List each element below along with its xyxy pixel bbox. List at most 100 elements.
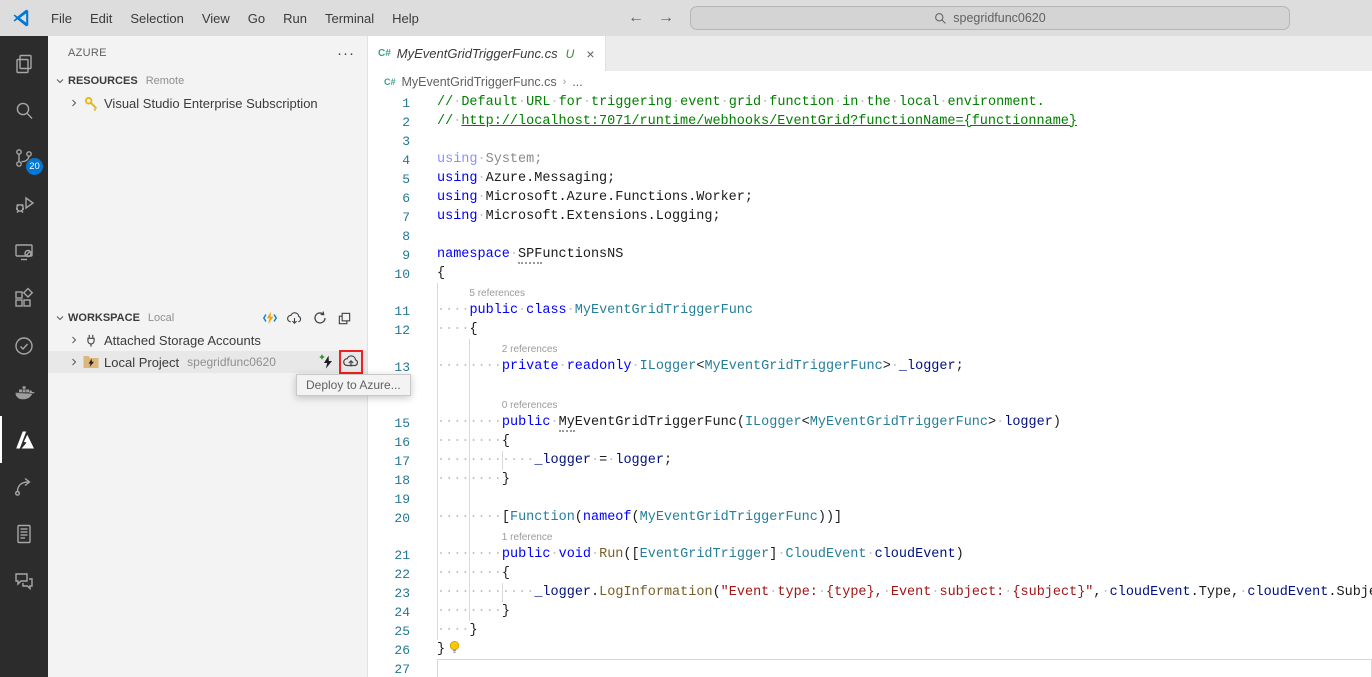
code-line[interactable]: 4 using·System;	[368, 150, 1372, 169]
activity-share[interactable]	[0, 463, 48, 510]
resources-section-header[interactable]: RESOURCES Remote	[48, 70, 367, 92]
activity-remote-explorer[interactable]	[0, 228, 48, 275]
line-number: 21	[394, 548, 410, 563]
lightbulb-icon[interactable]	[448, 640, 461, 661]
activity-search[interactable]	[0, 87, 48, 134]
code-line[interactable]: 2 //·http://localhost:7071/runtime/webho…	[368, 112, 1372, 131]
create-function-icon[interactable]	[317, 352, 337, 372]
line-number: 9	[402, 248, 410, 263]
activity-run-and-debug[interactable]	[0, 181, 48, 228]
activity-comments[interactable]	[0, 557, 48, 604]
menu-help[interactable]: Help	[383, 7, 428, 30]
code-line[interactable]: 19	[368, 489, 1372, 508]
command-center-search[interactable]: spegridfunc0620	[690, 6, 1290, 30]
codelens-references[interactable]: 1 reference	[502, 532, 553, 543]
codelens-row[interactable]: 1 reference	[368, 527, 1372, 545]
refresh-icon[interactable]	[311, 310, 328, 327]
activity-report[interactable]	[0, 510, 48, 557]
more-actions-icon[interactable]: ···	[337, 45, 355, 62]
code-line[interactable]: 27	[368, 659, 1372, 677]
code-line[interactable]: 1 //·Default·URL·for·triggering·event·gr…	[368, 93, 1372, 112]
code-line[interactable]: 13 ········private·readonly·ILogger<MyEv…	[368, 357, 1372, 376]
line-number: 17	[394, 454, 410, 469]
code-line[interactable]: 26 }	[368, 640, 1372, 659]
activity-extensions[interactable]	[0, 275, 48, 322]
attached-storage-label: Attached Storage Accounts	[104, 332, 261, 348]
line-number: 2	[402, 115, 410, 130]
codelens-row[interactable]: 2 references	[368, 339, 1372, 357]
code-editor[interactable]: 1 //·Default·URL·for·triggering·event·gr…	[368, 93, 1372, 677]
chevron-right-icon	[66, 95, 82, 111]
azure-icon	[16, 431, 34, 448]
code-line[interactable]: 22 ········{	[368, 564, 1372, 583]
vscode-window: File Edit Selection View Go Run Terminal…	[0, 0, 1372, 677]
function-project-folder-icon	[82, 354, 100, 370]
tab-myeventgridtriggerfunc[interactable]: C# MyEventGridTriggerFunc.cs U ×	[368, 36, 606, 71]
code-line[interactable]: 15 ········public·MyEventGridTriggerFunc…	[368, 413, 1372, 432]
breadcrumb-file[interactable]: MyEventGridTriggerFunc.cs	[402, 75, 557, 89]
codelens-references[interactable]: 2 references	[502, 344, 558, 355]
code-line[interactable]: 7 using·Microsoft.Extensions.Logging;	[368, 207, 1372, 226]
activity-explorer[interactable]	[0, 40, 48, 87]
menu-run[interactable]: Run	[274, 7, 316, 30]
menu-file[interactable]: File	[42, 7, 81, 30]
codelens-row[interactable]: 5 references	[368, 283, 1372, 301]
activity-testing[interactable]	[0, 322, 48, 369]
open-editors-icon[interactable]	[336, 310, 353, 327]
line-number: 10	[394, 267, 410, 282]
code-line[interactable]: 3	[368, 131, 1372, 150]
activity-bar: 20	[0, 36, 48, 677]
extensions-icon	[15, 287, 34, 307]
codelens-references[interactable]: 0 references	[502, 400, 558, 411]
code-line[interactable]: 6 using·Microsoft.Azure.Functions.Worker…	[368, 188, 1372, 207]
chevron-down-icon	[52, 310, 68, 326]
code-line[interactable]: 11 ····public·class·MyEventGridTriggerFu…	[368, 301, 1372, 320]
csharp-file-icon: C#	[384, 77, 396, 87]
forward-arrow-icon[interactable]: →	[658, 9, 674, 27]
activity-docker[interactable]	[0, 369, 48, 416]
menu-edit[interactable]: Edit	[81, 7, 121, 30]
line-number: 23	[394, 586, 410, 601]
azure-functions-icon[interactable]	[261, 310, 278, 327]
activity-azure[interactable]	[0, 416, 48, 463]
workspace-mode: Local	[147, 312, 175, 324]
code-line[interactable]: 18 ········}	[368, 470, 1372, 489]
resources-label: RESOURCES	[68, 75, 138, 87]
back-arrow-icon[interactable]: ←	[628, 9, 644, 27]
code-line[interactable]: 23 ············_logger.LogInformation("E…	[368, 583, 1372, 602]
deploy-tooltip: Deploy to Azure...	[296, 374, 411, 396]
code-line[interactable]: 9 namespace·SPFunctionsNS	[368, 245, 1372, 264]
menu-go[interactable]: Go	[239, 7, 274, 30]
deploy-to-azure-icon[interactable]	[341, 352, 361, 372]
menu-selection[interactable]: Selection	[121, 7, 192, 30]
close-icon[interactable]: ×	[586, 46, 594, 62]
code-line[interactable]: 24 ········}	[368, 602, 1372, 621]
tree-item-local-project[interactable]: Local Project spegridfunc0620	[48, 350, 367, 374]
line-number: 11	[394, 304, 410, 319]
line-number: 5	[402, 172, 410, 187]
code-line[interactable]: 21 ········public·void·Run([EventGridTri…	[368, 545, 1372, 564]
code-line[interactable]: 25 ····}	[368, 621, 1372, 640]
code-line[interactable]: 16 ········{	[368, 432, 1372, 451]
line-number: 27	[394, 662, 410, 677]
code-line[interactable]: 14	[368, 376, 1372, 395]
menu-terminal[interactable]: Terminal	[316, 7, 383, 30]
codelens-references[interactable]: 5 references	[469, 288, 525, 299]
code-line[interactable]: 12 ····{	[368, 320, 1372, 339]
activity-source-control[interactable]: 20	[0, 134, 48, 181]
breadcrumb: C# MyEventGridTriggerFunc.cs › ...	[368, 71, 1372, 93]
code-line[interactable]: 17 ············_logger·=·logger;	[368, 451, 1372, 470]
local-project-name: spegridfunc0620	[187, 355, 276, 369]
code-line[interactable]: 20 ········[Function(nameof(MyEventGridT…	[368, 508, 1372, 527]
code-line[interactable]: 5 using·Azure.Messaging;	[368, 169, 1372, 188]
code-line[interactable]: 8	[368, 226, 1372, 245]
report-icon	[17, 524, 31, 543]
cloud-download-icon[interactable]	[286, 310, 303, 327]
tree-item-subscription[interactable]: Visual Studio Enterprise Subscription	[48, 92, 367, 114]
tree-item-attached-storage[interactable]: Attached Storage Accounts	[48, 329, 367, 351]
breadcrumb-more[interactable]: ...	[572, 75, 582, 89]
codelens-row[interactable]: 0 references	[368, 395, 1372, 413]
workspace-section-header[interactable]: WORKSPACE Local	[48, 307, 367, 329]
menu-view[interactable]: View	[193, 7, 239, 30]
code-line[interactable]: 10 {	[368, 264, 1372, 283]
